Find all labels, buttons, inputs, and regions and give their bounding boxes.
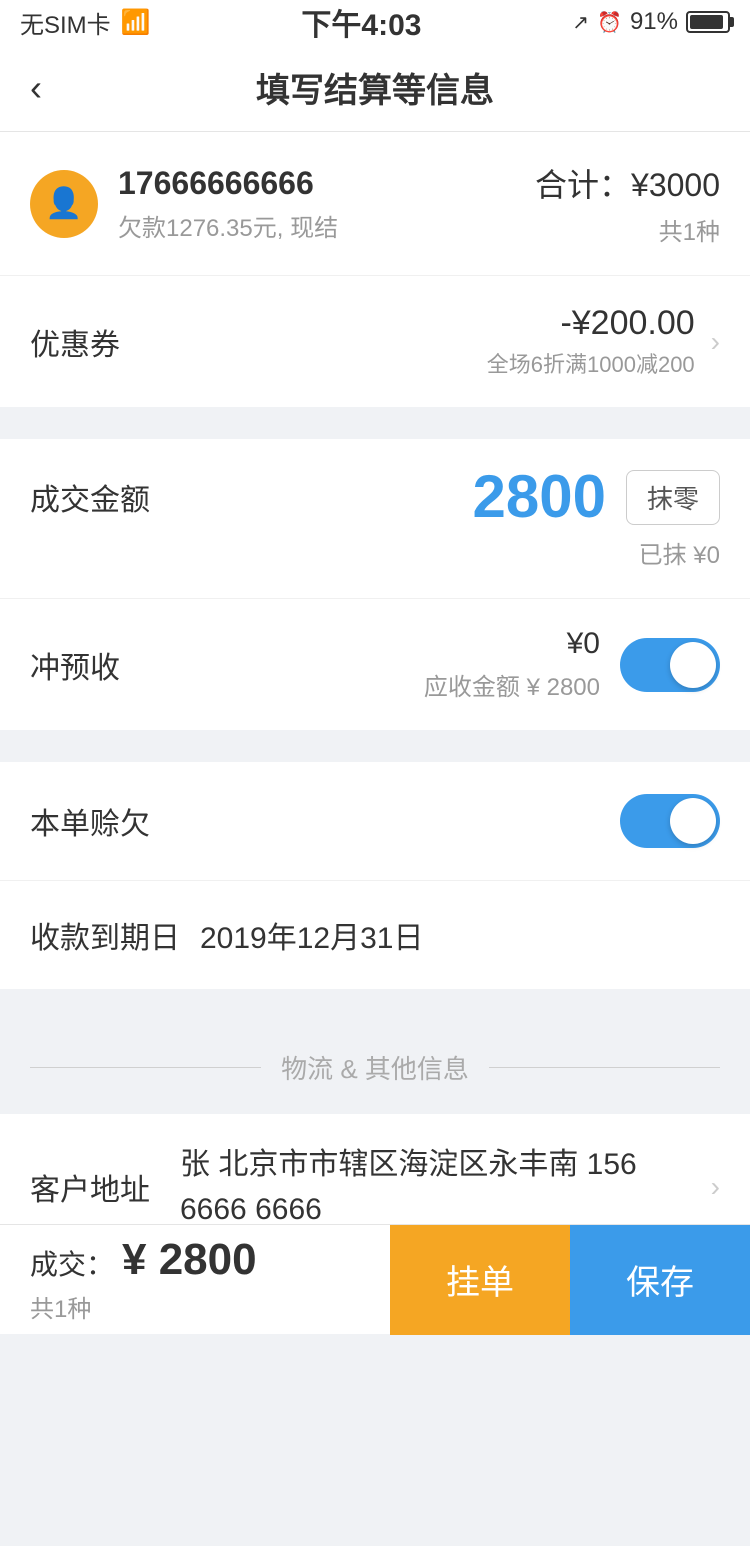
debit-card: 本单赊欠 收款到期日 2019年12月31日 (0, 762, 750, 989)
page-title: 填写结算等信息 (256, 63, 494, 112)
back-button[interactable]: ‹ (30, 67, 42, 109)
location-icon: ↗ (572, 10, 589, 35)
hang-button[interactable]: 挂单 (390, 1225, 570, 1335)
amount-section: 成交金额 2800 抹零 已抹 ¥0 (0, 439, 750, 598)
coupon-chevron: › (711, 326, 720, 358)
bottom-total-amount: ¥ 2800 (122, 1235, 257, 1285)
divider-2 (0, 746, 750, 762)
debit-row: 本单赊欠 (0, 762, 750, 880)
prepay-right: ¥0 应收金额 ¥ 2800 (424, 627, 720, 702)
status-right: ↗ ⏰ 91% (572, 8, 730, 36)
bottom-total-row: 成交： ¥ 2800 (30, 1235, 360, 1285)
bottom-bar: 成交： ¥ 2800 共1种 挂单 保存 (0, 1224, 750, 1334)
total-count: 共1种 (535, 212, 720, 247)
customer-sub-text: 欠款1276.35元, 现结 (118, 208, 535, 243)
carrier-text: 无SIM卡 (20, 5, 111, 40)
amount-sub-text: 已抹 ¥0 (639, 542, 720, 569)
due-date-label: 收款到期日 (30, 913, 180, 957)
divider-3 (0, 1005, 750, 1021)
address-value: 张 北京市市辖区海淀区永丰南 156 6666 6666 (180, 1142, 695, 1232)
round-button[interactable]: 抹零 (626, 470, 720, 525)
customer-total: 合计：¥3000 共1种 (535, 160, 720, 247)
alarm-icon: ⏰ (597, 10, 622, 35)
coupon-label: 优惠券 (30, 320, 120, 364)
address-label: 客户地址 (30, 1165, 150, 1209)
debit-label: 本单赊欠 (30, 799, 150, 843)
nav-bar: ‹ 填写结算等信息 (0, 44, 750, 132)
prepay-value-block: ¥0 应收金额 ¥ 2800 (424, 627, 600, 702)
battery-icon (686, 11, 730, 33)
battery-percent: 91% (630, 8, 678, 36)
prepay-row: 冲预收 ¥0 应收金额 ¥ 2800 (0, 598, 750, 730)
coupon-desc: 全场6折满1000减200 (120, 347, 695, 379)
bottom-count: 共1种 (30, 1289, 360, 1324)
bottom-summary: 成交： ¥ 2800 共1种 (0, 1235, 390, 1324)
amount-value-row: 2800 抹零 (473, 467, 721, 527)
bottom-spacer (0, 1436, 750, 1546)
wifi-icon: 📶 (121, 8, 151, 37)
avatar-icon: 👤 (45, 186, 82, 221)
prepay-sub-text: 应收金额 ¥ 2800 (424, 667, 600, 702)
amount-row: 成交金额 2800 抹零 (30, 467, 720, 527)
status-time: 下午4:03 (301, 0, 421, 44)
avatar: 👤 (30, 170, 98, 238)
prepay-value: ¥0 (424, 627, 600, 661)
total-value: ¥3000 (631, 167, 720, 203)
total-label: 合计： (535, 167, 631, 203)
logistics-line-left (30, 1067, 261, 1068)
coupon-row[interactable]: 优惠券 -¥200.00 全场6折满1000减200 › (0, 275, 750, 407)
customer-info: 17666666666 欠款1276.35元, 现结 (118, 165, 535, 243)
amount-label: 成交金额 (30, 475, 150, 519)
coupon-discount: -¥200.00 (120, 304, 695, 343)
due-date-row: 收款到期日 2019年12月31日 (0, 880, 750, 989)
debit-toggle-knob (670, 798, 716, 844)
prepay-label: 冲预收 (30, 643, 120, 687)
customer-phone: 17666666666 (118, 165, 535, 202)
prepay-toggle[interactable] (620, 638, 720, 692)
customer-row: 👤 17666666666 欠款1276.35元, 现结 合计：¥3000 共1… (0, 132, 750, 275)
logistics-divider: 物流 & 其他信息 (0, 1021, 750, 1114)
debit-toggle[interactable] (620, 794, 720, 848)
total-amount: 合计：¥3000 (535, 160, 720, 206)
toggle-knob (670, 642, 716, 688)
logistics-line-right (489, 1067, 720, 1068)
amount-value: 2800 (473, 467, 606, 527)
save-button[interactable]: 保存 (570, 1225, 750, 1335)
logistics-label: 物流 & 其他信息 (281, 1049, 469, 1086)
due-date-value: 2019年12月31日 (200, 913, 423, 957)
address-chevron: › (711, 1171, 720, 1203)
divider-1 (0, 423, 750, 439)
bottom-total-label: 成交： (30, 1243, 114, 1283)
status-bar: 无SIM卡 📶 下午4:03 ↗ ⏰ 91% (0, 0, 750, 44)
customer-card: 👤 17666666666 欠款1276.35元, 现结 合计：¥3000 共1… (0, 132, 750, 407)
status-left: 无SIM卡 📶 (20, 5, 151, 40)
